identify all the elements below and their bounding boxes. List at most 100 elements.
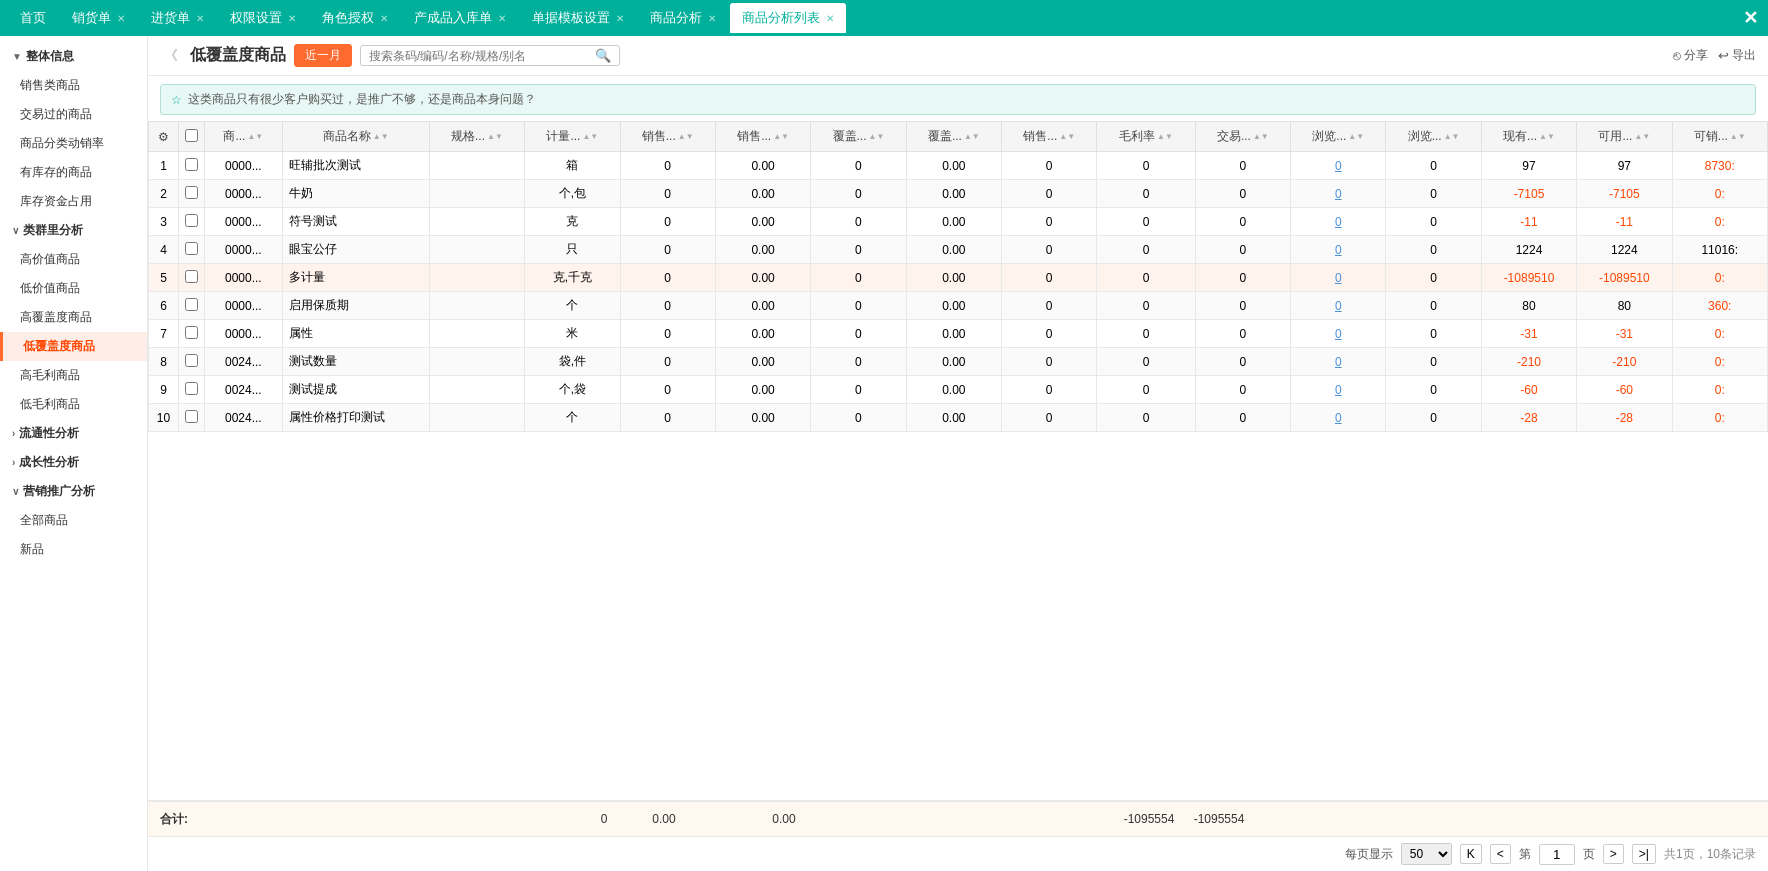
sidebar-section-marketing[interactable]: ∨ 营销推广分析	[0, 477, 147, 506]
nav-tab-purchase-label: 进货单	[151, 9, 190, 27]
period-button-month[interactable]: 近一月	[294, 44, 352, 67]
td-gross-rate: 0	[1097, 264, 1195, 292]
td-checkbox[interactable]	[179, 320, 205, 348]
first-page-button[interactable]: K	[1460, 844, 1482, 864]
gear-icon[interactable]: ⚙	[158, 130, 169, 144]
th-sales-amt[interactable]: 销售...▲▼	[715, 122, 810, 152]
table-container[interactable]: ⚙ 商...▲▼ 商品名称▲▼ 规格...▲▼	[148, 121, 1768, 800]
td-checkbox[interactable]	[179, 404, 205, 432]
td-sellable: 0:	[1672, 376, 1767, 404]
td-checkbox[interactable]	[179, 376, 205, 404]
td-browse1[interactable]: 0	[1291, 320, 1386, 348]
th-sales-qty[interactable]: 销售...▲▼	[620, 122, 715, 152]
th-spec[interactable]: 规格...▲▼	[429, 122, 524, 152]
close-all-tabs-button[interactable]: ✕	[1743, 7, 1758, 29]
td-checkbox[interactable]	[179, 236, 205, 264]
sidebar-item-low-value[interactable]: 低价值商品	[0, 274, 147, 303]
sidebar-section-overall[interactable]: ▼ 整体信息	[0, 42, 147, 71]
nav-tab-analysis-list-close[interactable]: ✕	[826, 13, 834, 24]
th-gross-rate[interactable]: 毛利率▲▼	[1097, 122, 1195, 152]
nav-tab-sales[interactable]: 销货单 ✕	[60, 3, 137, 33]
nav-tab-analysis[interactable]: 商品分析 ✕	[638, 3, 728, 33]
td-browse1[interactable]: 0	[1291, 292, 1386, 320]
nav-tab-analysis-close[interactable]: ✕	[708, 13, 716, 24]
td-available-qty: 97	[1577, 152, 1672, 180]
export-button[interactable]: ↩ 导出	[1718, 47, 1756, 64]
nav-tab-analysis-list[interactable]: 商品分析列表 ✕	[730, 3, 846, 33]
td-sales-amt: 0.00	[715, 152, 810, 180]
th-name[interactable]: 商品名称▲▼	[282, 122, 429, 152]
share-button[interactable]: ⎋ 分享	[1673, 47, 1708, 64]
td-name: 测试提成	[282, 376, 429, 404]
th-browse1[interactable]: 浏览...▲▼	[1291, 122, 1386, 152]
nav-tab-home[interactable]: 首页	[8, 3, 58, 33]
td-browse1[interactable]: 0	[1291, 376, 1386, 404]
th-sales3[interactable]: 销售...▲▼	[1002, 122, 1097, 152]
nav-tab-purchase[interactable]: 进货单 ✕	[139, 3, 216, 33]
td-checkbox[interactable]	[179, 152, 205, 180]
sidebar-section-growth[interactable]: › 成长性分析	[0, 448, 147, 477]
td-transaction: 0	[1195, 208, 1290, 236]
sidebar-item-category-rate[interactable]: 商品分类动销率	[0, 129, 147, 158]
td-browse1[interactable]: 0	[1291, 180, 1386, 208]
td-browse1[interactable]: 0	[1291, 404, 1386, 432]
page-size-select[interactable]: 50 100 200	[1401, 843, 1452, 865]
td-checkbox[interactable]	[179, 264, 205, 292]
th-cover1[interactable]: 覆盖...▲▼	[811, 122, 906, 152]
nav-tab-templates-close[interactable]: ✕	[616, 13, 624, 24]
th-sellable[interactable]: 可销...▲▼	[1672, 122, 1767, 152]
nav-tab-warehousing[interactable]: 产成品入库单 ✕	[402, 3, 518, 33]
th-browse2[interactable]: 浏览...▲▼	[1386, 122, 1481, 152]
sidebar-item-new-goods[interactable]: 新品	[0, 535, 147, 564]
sidebar-item-low-coverage[interactable]: 低覆盖度商品	[0, 332, 147, 361]
sidebar-section-flow[interactable]: › 流通性分析	[0, 419, 147, 448]
td-checkbox[interactable]	[179, 348, 205, 376]
td-browse1[interactable]: 0	[1291, 208, 1386, 236]
footer-total-label: 合计:	[160, 811, 240, 828]
th-code[interactable]: 商...▲▼	[205, 122, 283, 152]
td-sellable: 360:	[1672, 292, 1767, 320]
search-icon[interactable]: 🔍	[595, 48, 611, 63]
td-browse1[interactable]: 0	[1291, 264, 1386, 292]
nav-tab-warehousing-close[interactable]: ✕	[498, 13, 506, 24]
sidebar-item-traded-goods[interactable]: 交易过的商品	[0, 100, 147, 129]
sidebar-collapse-button[interactable]: 《	[160, 45, 182, 67]
sidebar-item-high-coverage[interactable]: 高覆盖度商品	[0, 303, 147, 332]
nav-tab-roles[interactable]: 角色授权 ✕	[310, 3, 400, 33]
prev-page-button[interactable]: <	[1490, 844, 1511, 864]
td-browse2: 0	[1386, 180, 1481, 208]
sidebar-item-all-goods[interactable]: 全部商品	[0, 506, 147, 535]
sidebar-section-cluster[interactable]: ∨ 类群里分析	[0, 216, 147, 245]
th-available-qty[interactable]: 可用...▲▼	[1577, 122, 1672, 152]
th-transaction[interactable]: 交易...▲▼	[1195, 122, 1290, 152]
sidebar-item-high-margin[interactable]: 高毛利商品	[0, 361, 147, 390]
nav-tab-roles-close[interactable]: ✕	[380, 13, 388, 24]
page-number-input[interactable]	[1539, 844, 1575, 865]
td-checkbox[interactable]	[179, 180, 205, 208]
select-all-checkbox[interactable]	[185, 129, 198, 142]
last-page-button[interactable]: >|	[1632, 844, 1656, 864]
sidebar-item-capital[interactable]: 库存资金占用	[0, 187, 147, 216]
td-browse1[interactable]: 0	[1291, 348, 1386, 376]
nav-tab-permissions-close[interactable]: ✕	[288, 13, 296, 24]
sidebar-item-sales-goods[interactable]: 销售类商品	[0, 71, 147, 100]
sidebar-item-high-value[interactable]: 高价值商品	[0, 245, 147, 274]
th-checkbox[interactable]	[179, 122, 205, 152]
nav-tab-templates[interactable]: 单据模板设置 ✕	[520, 3, 636, 33]
search-input[interactable]	[369, 49, 591, 63]
next-page-button[interactable]: >	[1603, 844, 1624, 864]
td-checkbox[interactable]	[179, 208, 205, 236]
td-browse1[interactable]: 0	[1291, 236, 1386, 264]
td-sales-qty: 0	[620, 376, 715, 404]
nav-tab-permissions[interactable]: 权限设置 ✕	[218, 3, 308, 33]
nav-tab-purchase-close[interactable]: ✕	[196, 13, 204, 24]
sidebar-item-in-stock[interactable]: 有库存的商品	[0, 158, 147, 187]
th-cover2[interactable]: 覆盖...▲▼	[906, 122, 1001, 152]
td-checkbox[interactable]	[179, 292, 205, 320]
th-current-qty[interactable]: 现有...▲▼	[1481, 122, 1576, 152]
nav-tab-sales-close[interactable]: ✕	[117, 13, 125, 24]
th-unit[interactable]: 计量...▲▼	[525, 122, 620, 152]
sidebar-item-low-margin[interactable]: 低毛利商品	[0, 390, 147, 419]
td-browse1[interactable]: 0	[1291, 152, 1386, 180]
th-gear[interactable]: ⚙	[149, 122, 179, 152]
